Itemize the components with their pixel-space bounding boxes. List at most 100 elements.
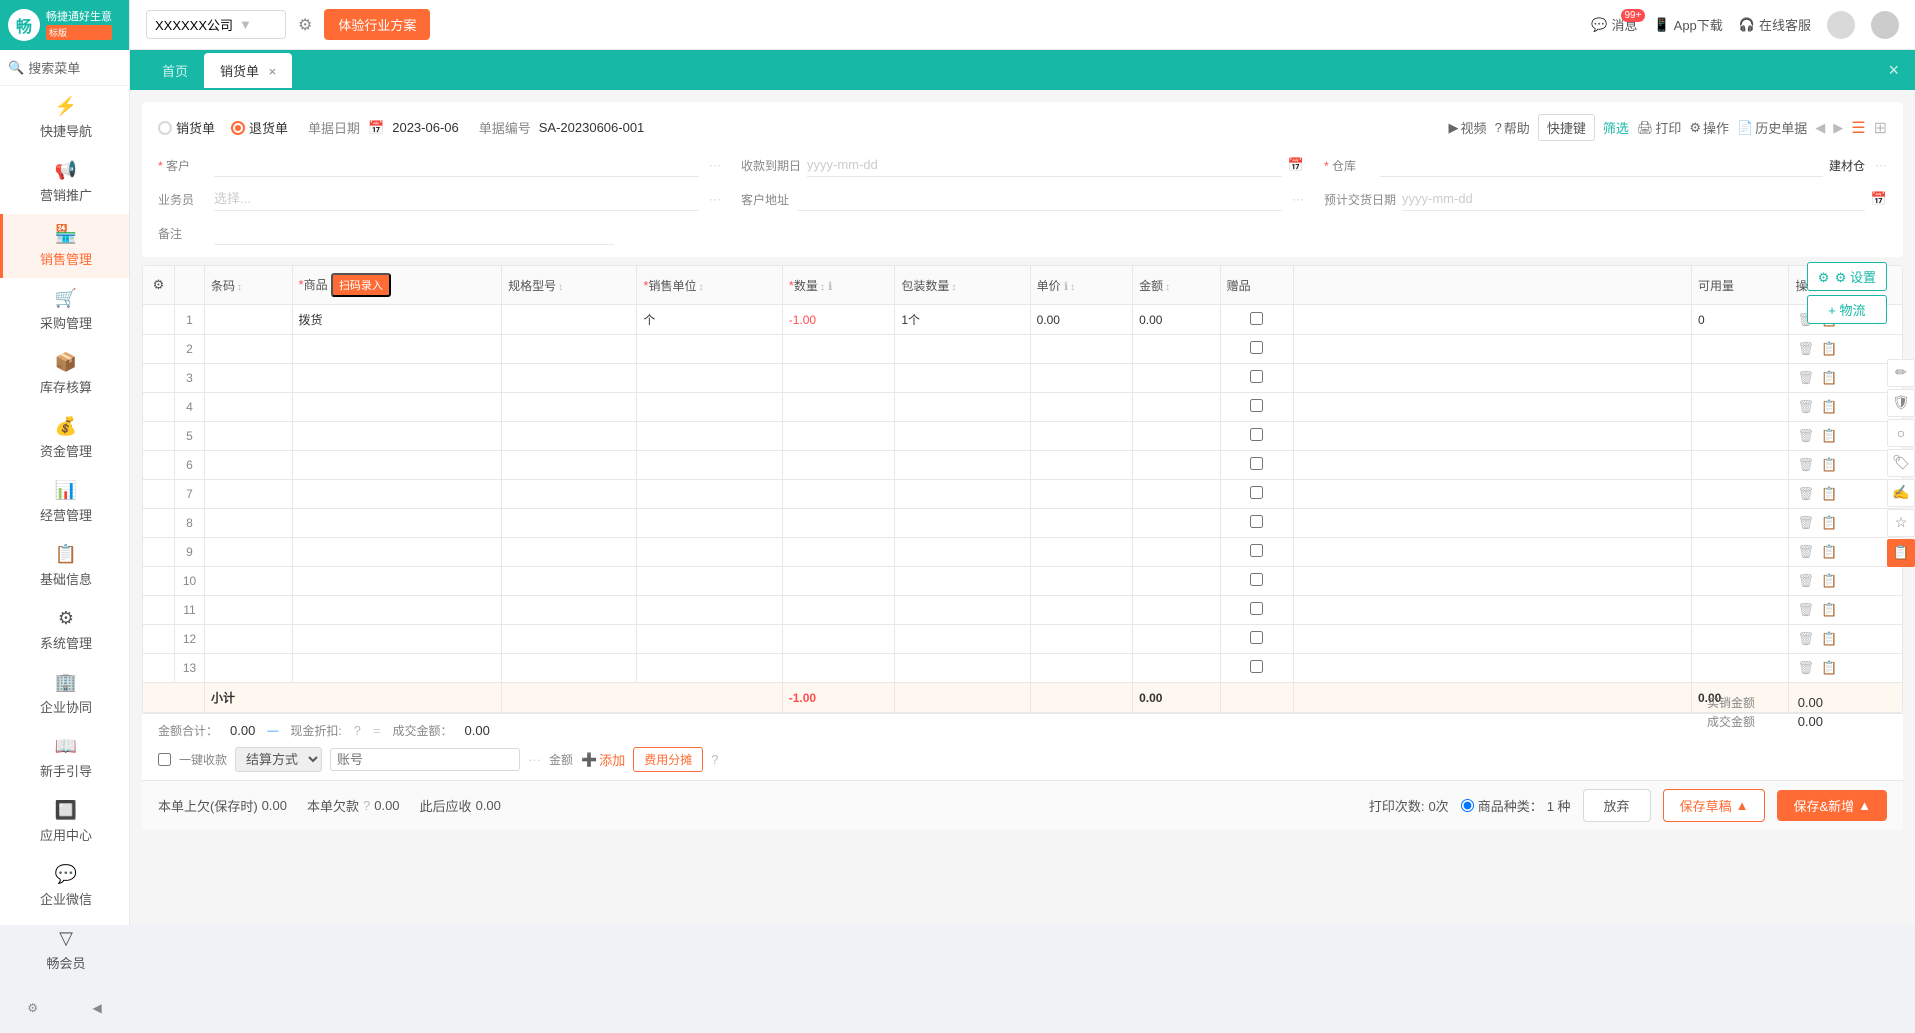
sidebar-item-inventory[interactable]: 📦 库存核算 bbox=[0, 342, 129, 406]
cell-pack[interactable] bbox=[895, 422, 1030, 451]
sidebar-collapse-btn[interactable]: ◀ bbox=[83, 991, 112, 1025]
calendar-icon[interactable]: 📅 bbox=[368, 120, 384, 136]
cell-pack[interactable] bbox=[895, 480, 1030, 509]
radio-sales[interactable]: 销货单 bbox=[158, 118, 215, 137]
cell-qty[interactable]: -1.00 bbox=[782, 305, 895, 335]
delete-icon[interactable]: 🗑 bbox=[1797, 515, 1814, 530]
cell-qty[interactable] bbox=[782, 567, 895, 596]
cell-gift[interactable] bbox=[1220, 480, 1294, 509]
cell-gift[interactable] bbox=[1220, 364, 1294, 393]
settings-icon[interactable]: ⚙ bbox=[298, 15, 312, 35]
cell-amount[interactable] bbox=[1133, 596, 1221, 625]
cell-gift[interactable] bbox=[1220, 305, 1294, 335]
warehouse-more[interactable]: ··· bbox=[1875, 158, 1887, 172]
cell-product[interactable] bbox=[292, 451, 502, 480]
sort-icon7[interactable]: ↕ bbox=[1165, 282, 1170, 293]
cell-spec[interactable] bbox=[502, 654, 637, 683]
sort-icon4[interactable]: ↕ bbox=[820, 282, 825, 293]
sidebar-settings-btn[interactable]: ⚙ bbox=[17, 991, 48, 1025]
cell-product[interactable] bbox=[292, 364, 502, 393]
cell-spec[interactable] bbox=[502, 364, 637, 393]
cell-price[interactable] bbox=[1030, 538, 1132, 567]
cell-unit[interactable] bbox=[637, 567, 782, 596]
cell-amount[interactable] bbox=[1133, 625, 1221, 654]
float-circle-btn[interactable]: ○ bbox=[1887, 419, 1915, 447]
account-more[interactable]: ··· bbox=[528, 752, 541, 767]
cell-gift[interactable] bbox=[1220, 538, 1294, 567]
delete-icon[interactable]: 🗑 bbox=[1797, 341, 1814, 356]
cell-amount[interactable] bbox=[1133, 335, 1221, 364]
cell-spec[interactable] bbox=[502, 509, 637, 538]
operate-link[interactable]: ⚙ 操作 bbox=[1689, 118, 1729, 137]
cell-spec[interactable] bbox=[502, 567, 637, 596]
cell-pack[interactable]: 1个 bbox=[895, 305, 1030, 335]
cell-product[interactable] bbox=[292, 393, 502, 422]
delete-icon[interactable]: 🗑 bbox=[1797, 370, 1814, 385]
salesperson-more[interactable]: ··· bbox=[709, 192, 721, 206]
sidebar-item-system[interactable]: ⚙ 系统管理 bbox=[0, 598, 129, 662]
cell-unit[interactable] bbox=[637, 422, 782, 451]
copy-icon[interactable]: 📋 bbox=[1821, 341, 1837, 356]
cell-barcode[interactable] bbox=[205, 364, 293, 393]
float-pencil-btn[interactable]: ✍ bbox=[1887, 479, 1915, 507]
sidebar-item-guide[interactable]: 📖 新手引导 bbox=[0, 726, 129, 790]
cell-barcode[interactable] bbox=[205, 538, 293, 567]
cell-unit[interactable] bbox=[637, 451, 782, 480]
cell-product[interactable] bbox=[292, 422, 502, 451]
cell-qty[interactable] bbox=[782, 625, 895, 654]
customer-address-input[interactable] bbox=[797, 187, 1282, 211]
cell-spec[interactable] bbox=[502, 335, 637, 364]
abandon-btn[interactable]: 放弃 bbox=[1583, 789, 1651, 822]
calendar-icon2[interactable]: 📅 bbox=[1288, 157, 1304, 173]
cell-qty[interactable] bbox=[782, 596, 895, 625]
cell-amount[interactable] bbox=[1133, 654, 1221, 683]
tab-close-icon[interactable]: × bbox=[269, 64, 277, 79]
cell-product[interactable] bbox=[292, 596, 502, 625]
cell-price[interactable] bbox=[1030, 509, 1132, 538]
debt-hint[interactable]: ? bbox=[363, 798, 370, 813]
delivery-date-input[interactable] bbox=[1402, 187, 1865, 211]
sort-icon[interactable]: ↕ bbox=[237, 282, 242, 293]
cell-unit[interactable] bbox=[637, 596, 782, 625]
cell-price[interactable] bbox=[1030, 335, 1132, 364]
cell-pack[interactable] bbox=[895, 625, 1030, 654]
delete-icon[interactable]: 🗑 bbox=[1797, 486, 1814, 501]
one-key-payment-checkbox[interactable] bbox=[158, 753, 171, 766]
sidebar-item-purchase[interactable]: 🛒 采购管理 bbox=[0, 278, 129, 342]
expense-hint[interactable]: ? bbox=[711, 752, 718, 767]
cell-pack[interactable] bbox=[895, 567, 1030, 596]
shortcut-btn[interactable]: 快捷键 bbox=[1538, 114, 1595, 141]
note-input[interactable] bbox=[214, 221, 614, 245]
cell-unit[interactable] bbox=[637, 480, 782, 509]
cell-unit[interactable] bbox=[637, 538, 782, 567]
sidebar-item-finance[interactable]: 💰 资金管理 bbox=[0, 406, 129, 470]
sidebar-search[interactable]: 🔍 搜索菜单 bbox=[0, 50, 129, 86]
logistics-btn[interactable]: + 物流 bbox=[1807, 295, 1887, 324]
sidebar-item-operations[interactable]: 📊 经营管理 bbox=[0, 470, 129, 534]
cell-gift[interactable] bbox=[1220, 422, 1294, 451]
save-draft-btn[interactable]: 保存草稿 ▲ bbox=[1663, 789, 1766, 822]
warehouse-input[interactable] bbox=[1380, 153, 1823, 177]
cell-unit[interactable] bbox=[637, 393, 782, 422]
cell-product[interactable] bbox=[292, 567, 502, 596]
cell-barcode[interactable] bbox=[205, 451, 293, 480]
cell-barcode[interactable] bbox=[205, 480, 293, 509]
cell-price[interactable] bbox=[1030, 393, 1132, 422]
cell-unit[interactable] bbox=[637, 335, 782, 364]
sidebar-item-marketing[interactable]: 📢 营销推广 bbox=[0, 150, 129, 214]
copy-icon[interactable]: 📋 bbox=[1821, 486, 1837, 501]
copy-icon[interactable]: 📋 bbox=[1821, 631, 1837, 646]
cell-qty[interactable] bbox=[782, 422, 895, 451]
filter-link[interactable]: 筛选 bbox=[1603, 118, 1629, 137]
float-tag-btn[interactable]: 🏷 bbox=[1887, 449, 1915, 477]
tab-close-all[interactable]: × bbox=[1888, 60, 1899, 81]
radio-return[interactable]: 退货单 bbox=[231, 118, 288, 137]
cell-amount[interactable] bbox=[1133, 567, 1221, 596]
cell-spec[interactable] bbox=[502, 480, 637, 509]
cell-barcode[interactable] bbox=[205, 509, 293, 538]
cell-qty[interactable] bbox=[782, 480, 895, 509]
discount-hint[interactable]: ? bbox=[354, 723, 361, 738]
float-star-btn[interactable]: ☆ bbox=[1887, 509, 1915, 537]
cell-spec[interactable] bbox=[502, 305, 637, 335]
cell-unit[interactable] bbox=[637, 364, 782, 393]
